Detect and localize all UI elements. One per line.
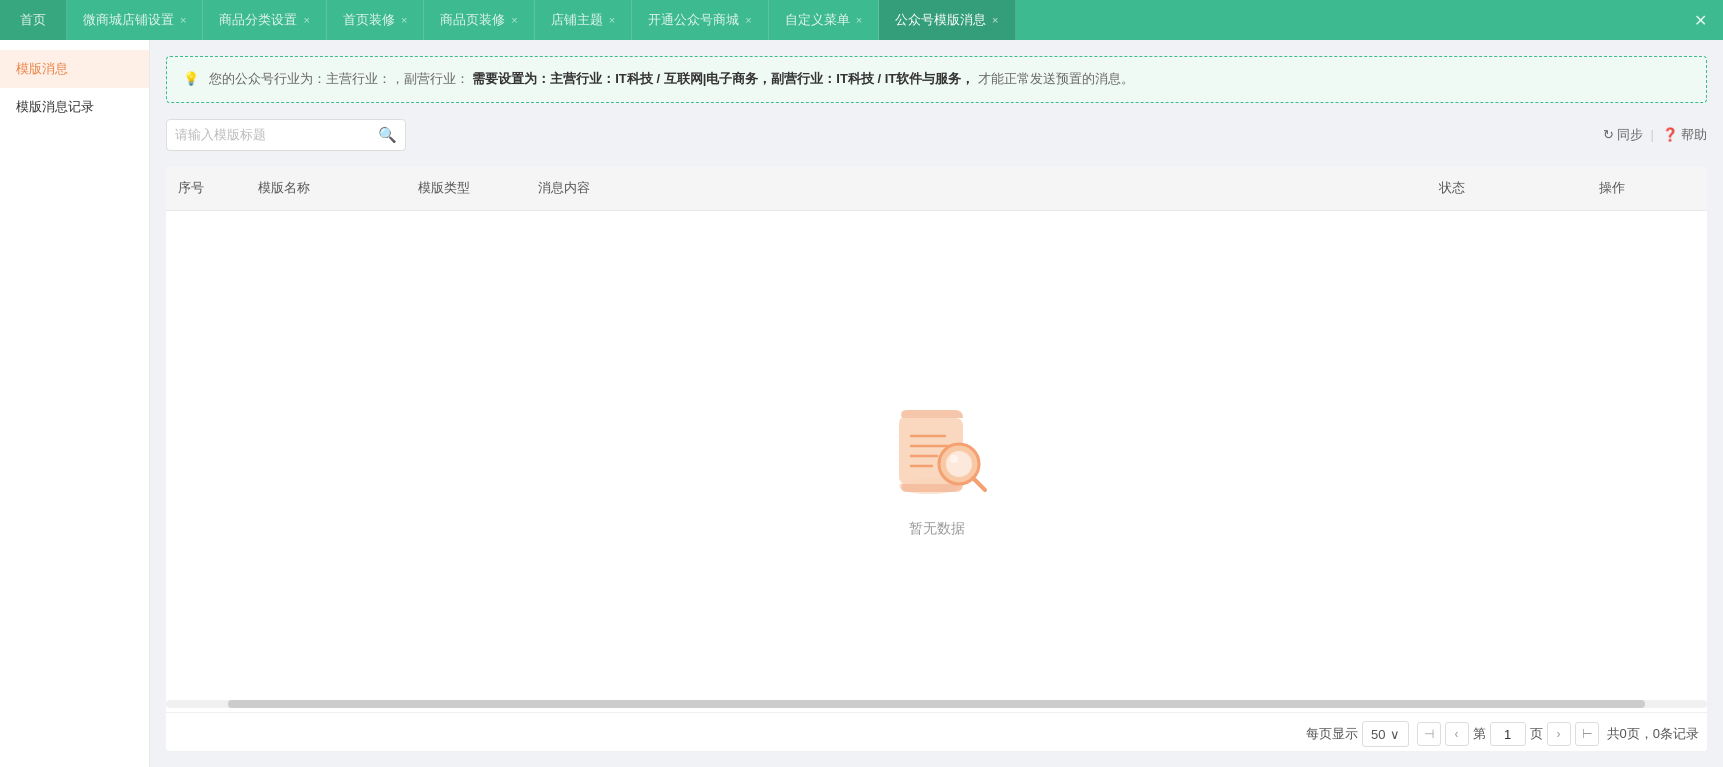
data-table: 序号 模版名称 模版类型 消息内容 状态 操作 — [166, 167, 1707, 751]
sidebar: 模版消息 模版消息记录 — [0, 40, 150, 767]
theme-label: 店铺主题 — [551, 11, 603, 29]
page-size-label: 每页显示 — [1306, 725, 1358, 743]
help-label: 帮助 — [1681, 126, 1707, 144]
sync-label: 同步 — [1617, 126, 1643, 144]
close-icon[interactable]: × — [401, 14, 407, 26]
nav-tab-theme[interactable]: 店铺主题 × — [535, 0, 632, 40]
col-header-action: 操作 — [1587, 179, 1707, 197]
close-all-icon: ✕ — [1694, 11, 1707, 30]
home-decor-label: 首页装修 — [343, 11, 395, 29]
home-tab-label: 首页 — [20, 11, 46, 29]
toolbar-right: ↻ 同步 | ❓ 帮助 — [1603, 126, 1707, 144]
nav-tab-shop-setting[interactable]: 微商城店铺设置 × — [67, 0, 203, 40]
custom-menu-label: 自定义菜单 — [785, 11, 850, 29]
col-header-index: 序号 — [166, 179, 246, 197]
sync-icon: ↻ — [1603, 127, 1614, 142]
page-size-dropdown[interactable]: 50 ∨ — [1362, 721, 1408, 747]
table-scrollbar[interactable] — [166, 700, 1707, 708]
close-icon[interactable]: × — [303, 14, 309, 26]
page-label-pre: 第 — [1473, 725, 1486, 743]
scrollbar-thumb[interactable] — [228, 700, 1646, 708]
template-msg-label: 公众号模版消息 — [895, 11, 986, 29]
main-content: 💡 您的公众号行业为：主营行业：，副营行业： 需要设置为：主营行业：IT科技 /… — [150, 40, 1723, 767]
table-body: 暂无数据 — [166, 211, 1707, 696]
search-button[interactable]: 🔍 — [378, 126, 397, 144]
close-icon[interactable]: × — [609, 14, 615, 26]
sync-button[interactable]: ↻ 同步 — [1603, 126, 1643, 144]
next-page-button[interactable]: › — [1547, 722, 1571, 746]
col-header-status: 状态 — [1427, 179, 1587, 197]
empty-state: 暂无数据 — [877, 348, 997, 558]
divider: | — [1651, 127, 1654, 142]
top-navbar: 首页 微商城店铺设置 × 商品分类设置 × 首页装修 × 商品页装修 × 店铺主… — [0, 0, 1723, 40]
sidebar-item-label: 模版消息记录 — [16, 99, 94, 114]
notice-text-suffix: 才能正常发送预置的消息。 — [978, 71, 1134, 86]
chevron-down-icon: ∨ — [1390, 727, 1400, 742]
close-icon[interactable]: × — [511, 14, 517, 26]
first-page-button[interactable]: ⊣ — [1417, 722, 1441, 746]
search-input-wrap[interactable]: 🔍 — [166, 119, 406, 151]
nav-tab-custom-menu[interactable]: 自定义菜单 × — [769, 0, 879, 40]
close-all-button[interactable]: ✕ — [1678, 0, 1723, 40]
col-header-type: 模版类型 — [406, 179, 526, 197]
close-icon[interactable]: × — [992, 14, 998, 26]
product-decor-label: 商品页装修 — [440, 11, 505, 29]
notice-highlight: 需要设置为：主营行业：IT科技 / 互联网|电子商务，副营行业：IT科技 / I… — [472, 71, 974, 86]
page-size-select: 每页显示 50 ∨ — [1306, 721, 1408, 747]
notice-text-prefix: 您的公众号行业为：主营行业：，副营行业： — [209, 71, 469, 86]
nav-tab-home[interactable]: 首页 — [0, 0, 67, 40]
help-button[interactable]: ❓ 帮助 — [1662, 126, 1707, 144]
close-icon[interactable]: × — [180, 14, 186, 26]
empty-illustration — [877, 388, 997, 508]
prev-page-button[interactable]: ‹ — [1445, 722, 1469, 746]
sidebar-item-template-msg-record[interactable]: 模版消息记录 — [0, 88, 149, 126]
notice-bar: 💡 您的公众号行业为：主营行业：，副营行业： 需要设置为：主营行业：IT科技 /… — [166, 56, 1707, 103]
last-page-button[interactable]: ⊢ — [1575, 722, 1599, 746]
nav-tab-home-decor[interactable]: 首页装修 × — [327, 0, 424, 40]
category-label: 商品分类设置 — [219, 11, 297, 29]
nav-tab-product-decor[interactable]: 商品页装修 × — [424, 0, 534, 40]
search-bar: 🔍 ↻ 同步 | ❓ 帮助 — [166, 115, 1707, 155]
search-input[interactable] — [175, 127, 378, 142]
search-icon: 🔍 — [378, 126, 397, 143]
page-size-value: 50 — [1371, 727, 1385, 742]
shop-setting-label: 微商城店铺设置 — [83, 11, 174, 29]
page-number-input[interactable] — [1490, 722, 1526, 746]
page-nav: ⊣ ‹ 第 页 › ⊢ — [1417, 722, 1599, 746]
svg-point-6 — [946, 451, 972, 477]
help-icon: ❓ — [1662, 127, 1678, 142]
page-layout: 模版消息 模版消息记录 💡 您的公众号行业为：主营行业：，副营行业： 需要设置为… — [0, 40, 1723, 767]
notice-icon: 💡 — [183, 71, 199, 86]
close-icon[interactable]: × — [745, 14, 751, 26]
svg-point-8 — [950, 455, 958, 463]
total-info: 共0页，0条记录 — [1607, 725, 1699, 743]
nav-tab-category[interactable]: 商品分类设置 × — [203, 0, 326, 40]
nav-tab-template-msg[interactable]: 公众号模版消息 × — [879, 0, 1015, 40]
page-label-post: 页 — [1530, 725, 1543, 743]
sidebar-item-label: 模版消息 — [16, 61, 68, 76]
nav-tab-open-mall[interactable]: 开通公众号商城 × — [632, 0, 768, 40]
col-header-content: 消息内容 — [526, 179, 1427, 197]
sidebar-item-template-msg[interactable]: 模版消息 — [0, 50, 149, 88]
pagination: 每页显示 50 ∨ ⊣ ‹ 第 页 › ⊢ 共0页，0条记录 — [166, 712, 1707, 751]
empty-text: 暂无数据 — [909, 520, 965, 538]
col-header-name: 模版名称 — [246, 179, 406, 197]
table-header: 序号 模版名称 模版类型 消息内容 状态 操作 — [166, 167, 1707, 211]
close-icon[interactable]: × — [856, 14, 862, 26]
open-mall-label: 开通公众号商城 — [648, 11, 739, 29]
svg-line-7 — [973, 478, 985, 490]
